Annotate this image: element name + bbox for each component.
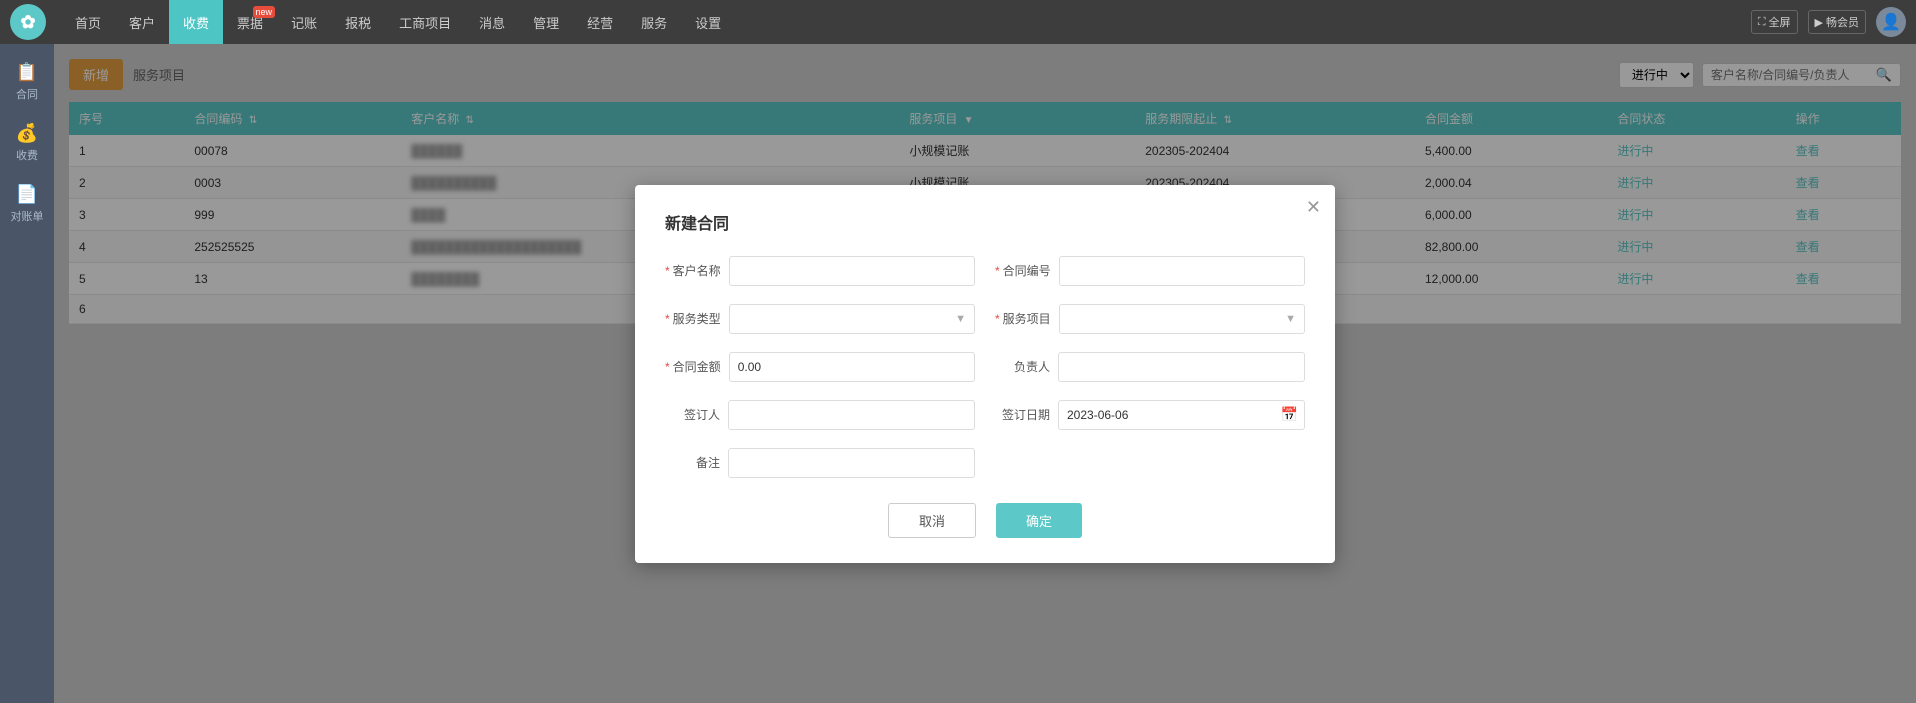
customer-name-input[interactable]	[729, 256, 975, 286]
nav-service[interactable]: 服务	[627, 0, 681, 44]
statement-icon: 📄	[16, 184, 38, 205]
form-row-1: *客户名称 *合同编号	[665, 256, 1305, 286]
sidebar-item-contract-label: 合同	[16, 86, 38, 102]
nav-right-actions: ⛶ 全屏 ▶ 畅会员 👤	[1751, 7, 1906, 37]
sign-date-label: 签订日期	[995, 406, 1050, 423]
nav-business[interactable]: 工商项目	[385, 0, 465, 44]
contract-no-input[interactable]	[1059, 256, 1305, 286]
responsible-input[interactable]	[1058, 352, 1305, 382]
sidebar-item-billing-label: 收费	[16, 147, 38, 163]
main-layout: 📋 合同 💰 收费 📄 对账单 新增 服务项目 进行中 已完成 已终止	[0, 44, 1916, 703]
fullscreen-icon: ⛶	[1758, 16, 1766, 29]
sign-date-group: 签订日期 📅	[995, 400, 1305, 430]
nav-message[interactable]: 消息	[465, 0, 519, 44]
note-label: 备注	[665, 454, 720, 471]
sign-date-wrapper: 📅	[1058, 400, 1305, 430]
amount-label: *合同金额	[665, 358, 721, 375]
fullscreen-button[interactable]: ⛶ 全屏	[1751, 10, 1798, 34]
nav-bookkeeping[interactable]: 记账	[277, 0, 331, 44]
service-type-group: *服务类型 ▼	[665, 304, 975, 334]
app-logo: ✿	[10, 4, 46, 40]
dropdown-arrow-service-type: ▼	[955, 313, 966, 325]
sign-date-input[interactable]	[1059, 401, 1275, 429]
nav-operation[interactable]: 经营	[573, 0, 627, 44]
form-row-5: 备注	[665, 448, 1305, 478]
customer-name-label: *客户名称	[665, 262, 721, 279]
sidebar-item-statement[interactable]: 📄 对账单	[2, 176, 52, 232]
dropdown-arrow-service-item: ▼	[1285, 313, 1296, 325]
confirm-button[interactable]: 确定	[996, 503, 1082, 538]
nav-tax[interactable]: 报税	[331, 0, 385, 44]
modal-overlay: ✕ 新建合同 *客户名称 *合同编号	[54, 44, 1916, 703]
vip-button[interactable]: ▶ 畅会员	[1808, 10, 1866, 34]
form-row-3: *合同金额 负责人	[665, 352, 1305, 382]
service-type-label: *服务类型	[665, 310, 721, 327]
play-icon: ▶	[1815, 16, 1823, 29]
nav-management[interactable]: 管理	[519, 0, 573, 44]
billing-icon: 💰	[16, 123, 38, 144]
user-avatar[interactable]: 👤	[1876, 7, 1906, 37]
form-row-2: *服务类型 ▼ *服务项目 ▼	[665, 304, 1305, 334]
nav-menu: 首页 客户 收费 票据 new 记账 报税 工商项目 消息 管理 经营 服务 设…	[61, 0, 1751, 44]
signer-input[interactable]	[728, 400, 975, 430]
nav-home[interactable]: 首页	[61, 0, 115, 44]
contract-icon: 📋	[16, 62, 38, 83]
sidebar-item-statement-label: 对账单	[11, 208, 44, 224]
nav-invoice[interactable]: 票据 new	[223, 0, 277, 44]
contract-no-label: *合同编号	[995, 262, 1051, 279]
responsible-label: 负责人	[995, 358, 1050, 375]
amount-input[interactable]	[729, 352, 975, 382]
modal-title: 新建合同	[665, 210, 1305, 234]
sidebar: 📋 合同 💰 收费 📄 对账单	[0, 44, 54, 703]
sidebar-item-contract[interactable]: 📋 合同	[2, 54, 52, 110]
new-contract-modal: ✕ 新建合同 *客户名称 *合同编号	[635, 185, 1335, 563]
service-type-dropdown[interactable]: ▼	[729, 304, 975, 334]
note-input[interactable]	[728, 448, 975, 478]
note-group: 备注	[665, 448, 975, 478]
sidebar-item-billing[interactable]: 💰 收费	[2, 115, 52, 171]
nav-settings[interactable]: 设置	[681, 0, 735, 44]
nav-customer[interactable]: 客户	[115, 0, 169, 44]
vip-label: 畅会员	[1826, 14, 1859, 30]
top-navigation: ✿ 首页 客户 收费 票据 new 记账 报税 工商项目 消息 管理 经营 服务…	[0, 0, 1916, 44]
service-item-group: *服务项目 ▼	[995, 304, 1305, 334]
fullscreen-label: 全屏	[1769, 14, 1791, 30]
nav-billing[interactable]: 收费	[169, 0, 223, 44]
contract-no-group: *合同编号	[995, 256, 1305, 286]
service-item-label: *服务项目	[995, 310, 1051, 327]
cancel-button[interactable]: 取消	[888, 503, 976, 538]
signer-group: 签订人	[665, 400, 975, 430]
customer-name-group: *客户名称	[665, 256, 975, 286]
new-badge: new	[253, 6, 276, 18]
modal-close-button[interactable]: ✕	[1306, 197, 1321, 218]
amount-group: *合同金额	[665, 352, 975, 382]
modal-footer: 取消 确定	[665, 503, 1305, 538]
calendar-icon[interactable]: 📅	[1275, 406, 1304, 423]
signer-label: 签订人	[665, 406, 720, 423]
form-row-4: 签订人 签订日期 📅	[665, 400, 1305, 430]
responsible-group: 负责人	[995, 352, 1305, 382]
service-item-dropdown[interactable]: ▼	[1059, 304, 1305, 334]
content-area: 新增 服务项目 进行中 已完成 已终止 🔍 序号 合同编码 ⇅	[54, 44, 1916, 703]
